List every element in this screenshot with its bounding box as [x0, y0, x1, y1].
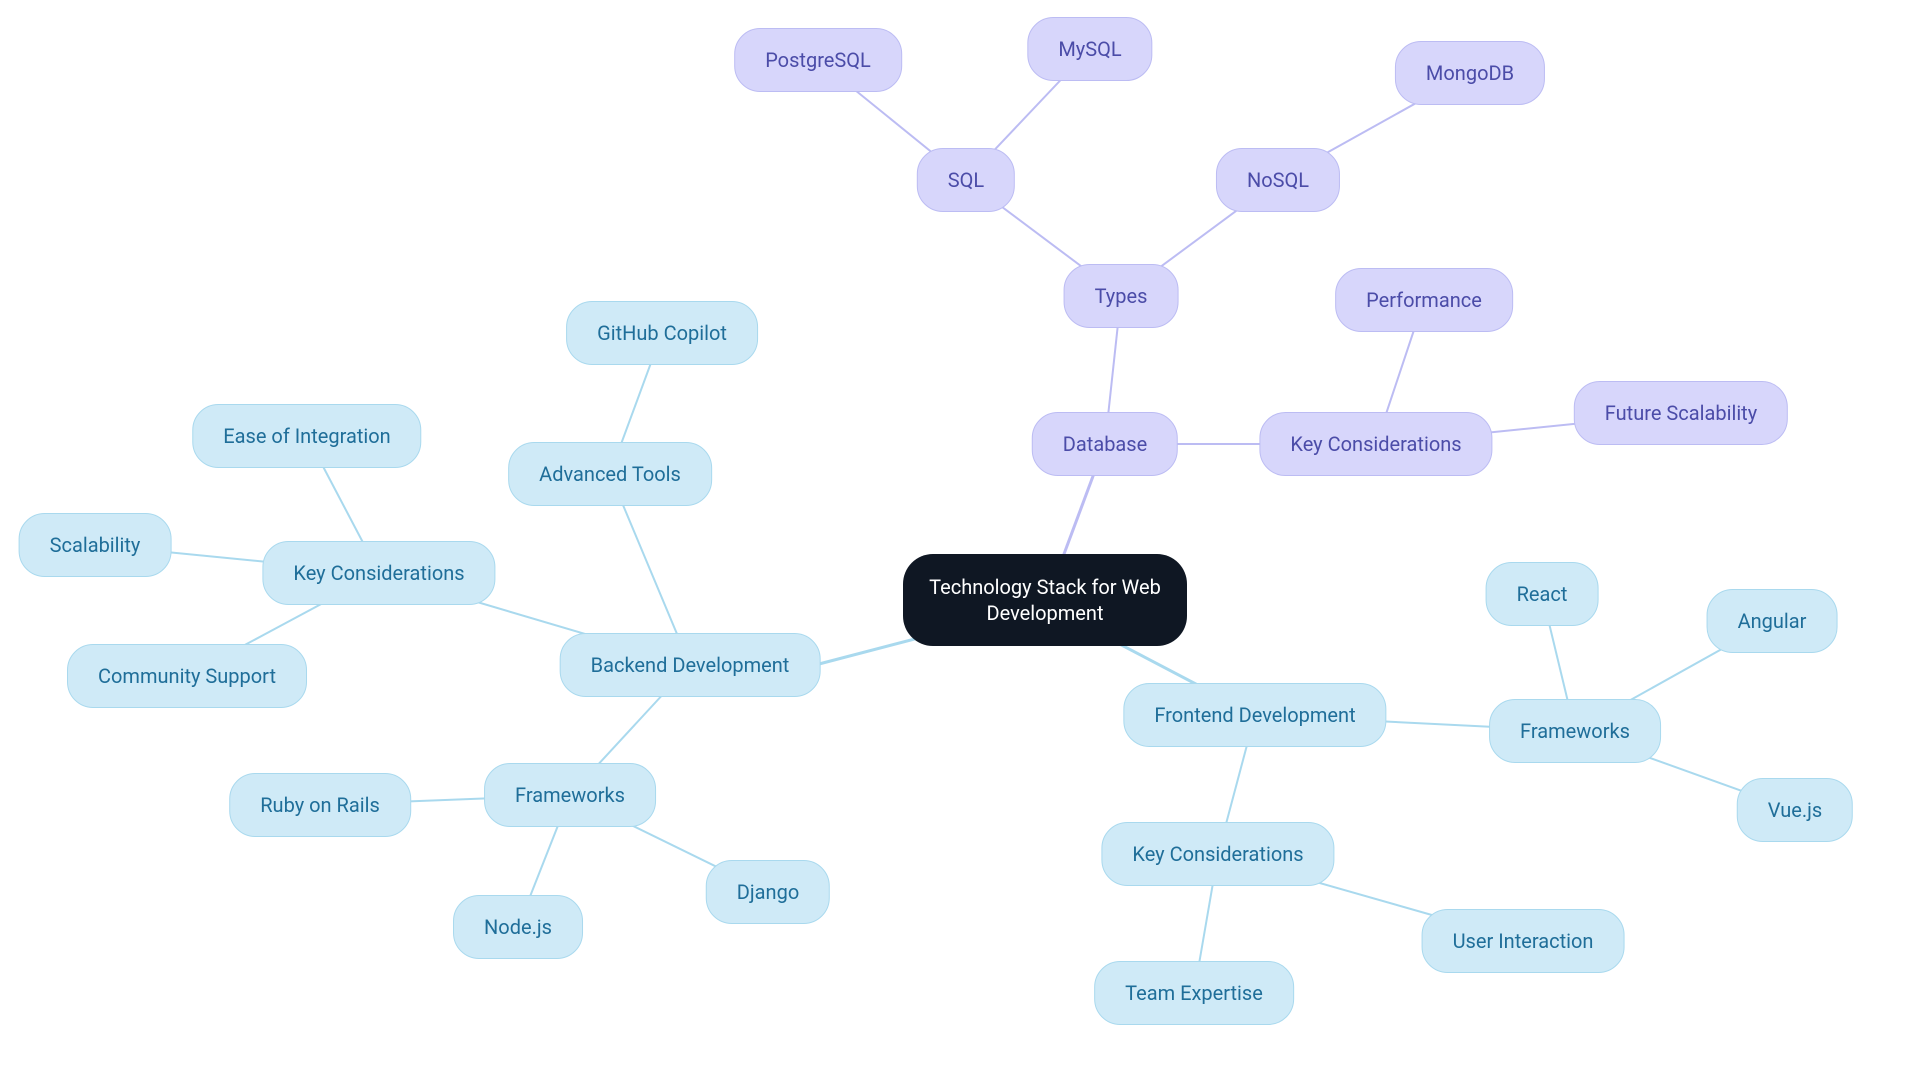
node-frontend-considerations: Key Considerations	[1101, 822, 1334, 886]
label: Ruby on Rails	[260, 793, 380, 817]
node-sql: SQL	[917, 148, 1015, 212]
label: NoSQL	[1247, 168, 1309, 192]
node-ease: Ease of Integration	[192, 404, 421, 468]
label: React	[1517, 582, 1568, 606]
node-node: Node.js	[453, 895, 583, 959]
diagram-canvas: Technology Stack for Web Development Bac…	[0, 0, 1920, 1083]
node-tools: Advanced Tools	[508, 442, 712, 506]
label: MySQL	[1058, 37, 1121, 61]
label: Types	[1095, 284, 1148, 308]
label: Vue.js	[1768, 798, 1822, 822]
node-backend: Backend Development	[560, 633, 821, 697]
label: Performance	[1366, 288, 1482, 312]
label: Team Expertise	[1125, 981, 1263, 1005]
label: Key Considerations	[293, 561, 464, 585]
label: Scalability	[50, 533, 141, 557]
node-angular: Angular	[1707, 589, 1838, 653]
label: MongoDB	[1426, 61, 1514, 85]
label: PostgreSQL	[765, 48, 871, 72]
node-team: Team Expertise	[1094, 961, 1294, 1025]
label: Database	[1063, 432, 1147, 456]
label: Key Considerations	[1132, 842, 1303, 866]
node-types: Types	[1064, 264, 1179, 328]
node-copilot: GitHub Copilot	[566, 301, 758, 365]
label: Frontend Development	[1154, 703, 1355, 727]
node-db-considerations: Key Considerations	[1259, 412, 1492, 476]
node-future: Future Scalability	[1574, 381, 1788, 445]
label: Django	[737, 880, 799, 904]
node-backend-considerations: Key Considerations	[262, 541, 495, 605]
node-postgres: PostgreSQL	[734, 28, 902, 92]
label: Advanced Tools	[539, 462, 681, 486]
label: Frameworks	[515, 783, 625, 807]
node-database: Database	[1032, 412, 1178, 476]
label: Backend Development	[591, 653, 790, 677]
label: Ease of Integration	[223, 424, 390, 448]
node-django: Django	[706, 860, 830, 924]
root-label: Technology Stack for Web Development	[929, 575, 1161, 625]
label: Key Considerations	[1290, 432, 1461, 456]
label: User Interaction	[1453, 929, 1594, 953]
node-ruby: Ruby on Rails	[229, 773, 411, 837]
node-mongo: MongoDB	[1395, 41, 1545, 105]
node-nosql: NoSQL	[1216, 148, 1340, 212]
label: SQL	[948, 168, 984, 192]
node-interaction: User Interaction	[1422, 909, 1625, 973]
label: Node.js	[484, 915, 552, 939]
node-vue: Vue.js	[1737, 778, 1853, 842]
node-react: React	[1486, 562, 1599, 626]
node-backend-frameworks: Frameworks	[484, 763, 656, 827]
node-frontend: Frontend Development	[1123, 683, 1386, 747]
node-community: Community Support	[67, 644, 307, 708]
label: Future Scalability	[1605, 401, 1757, 425]
label: Community Support	[98, 664, 276, 688]
label: Frameworks	[1520, 719, 1630, 743]
label: Angular	[1738, 609, 1807, 633]
node-performance: Performance	[1335, 268, 1513, 332]
root-node: Technology Stack for Web Development	[903, 554, 1187, 646]
node-frontend-frameworks: Frameworks	[1489, 699, 1661, 763]
label: GitHub Copilot	[597, 321, 727, 345]
node-scalability: Scalability	[19, 513, 172, 577]
node-mysql: MySQL	[1027, 17, 1152, 81]
